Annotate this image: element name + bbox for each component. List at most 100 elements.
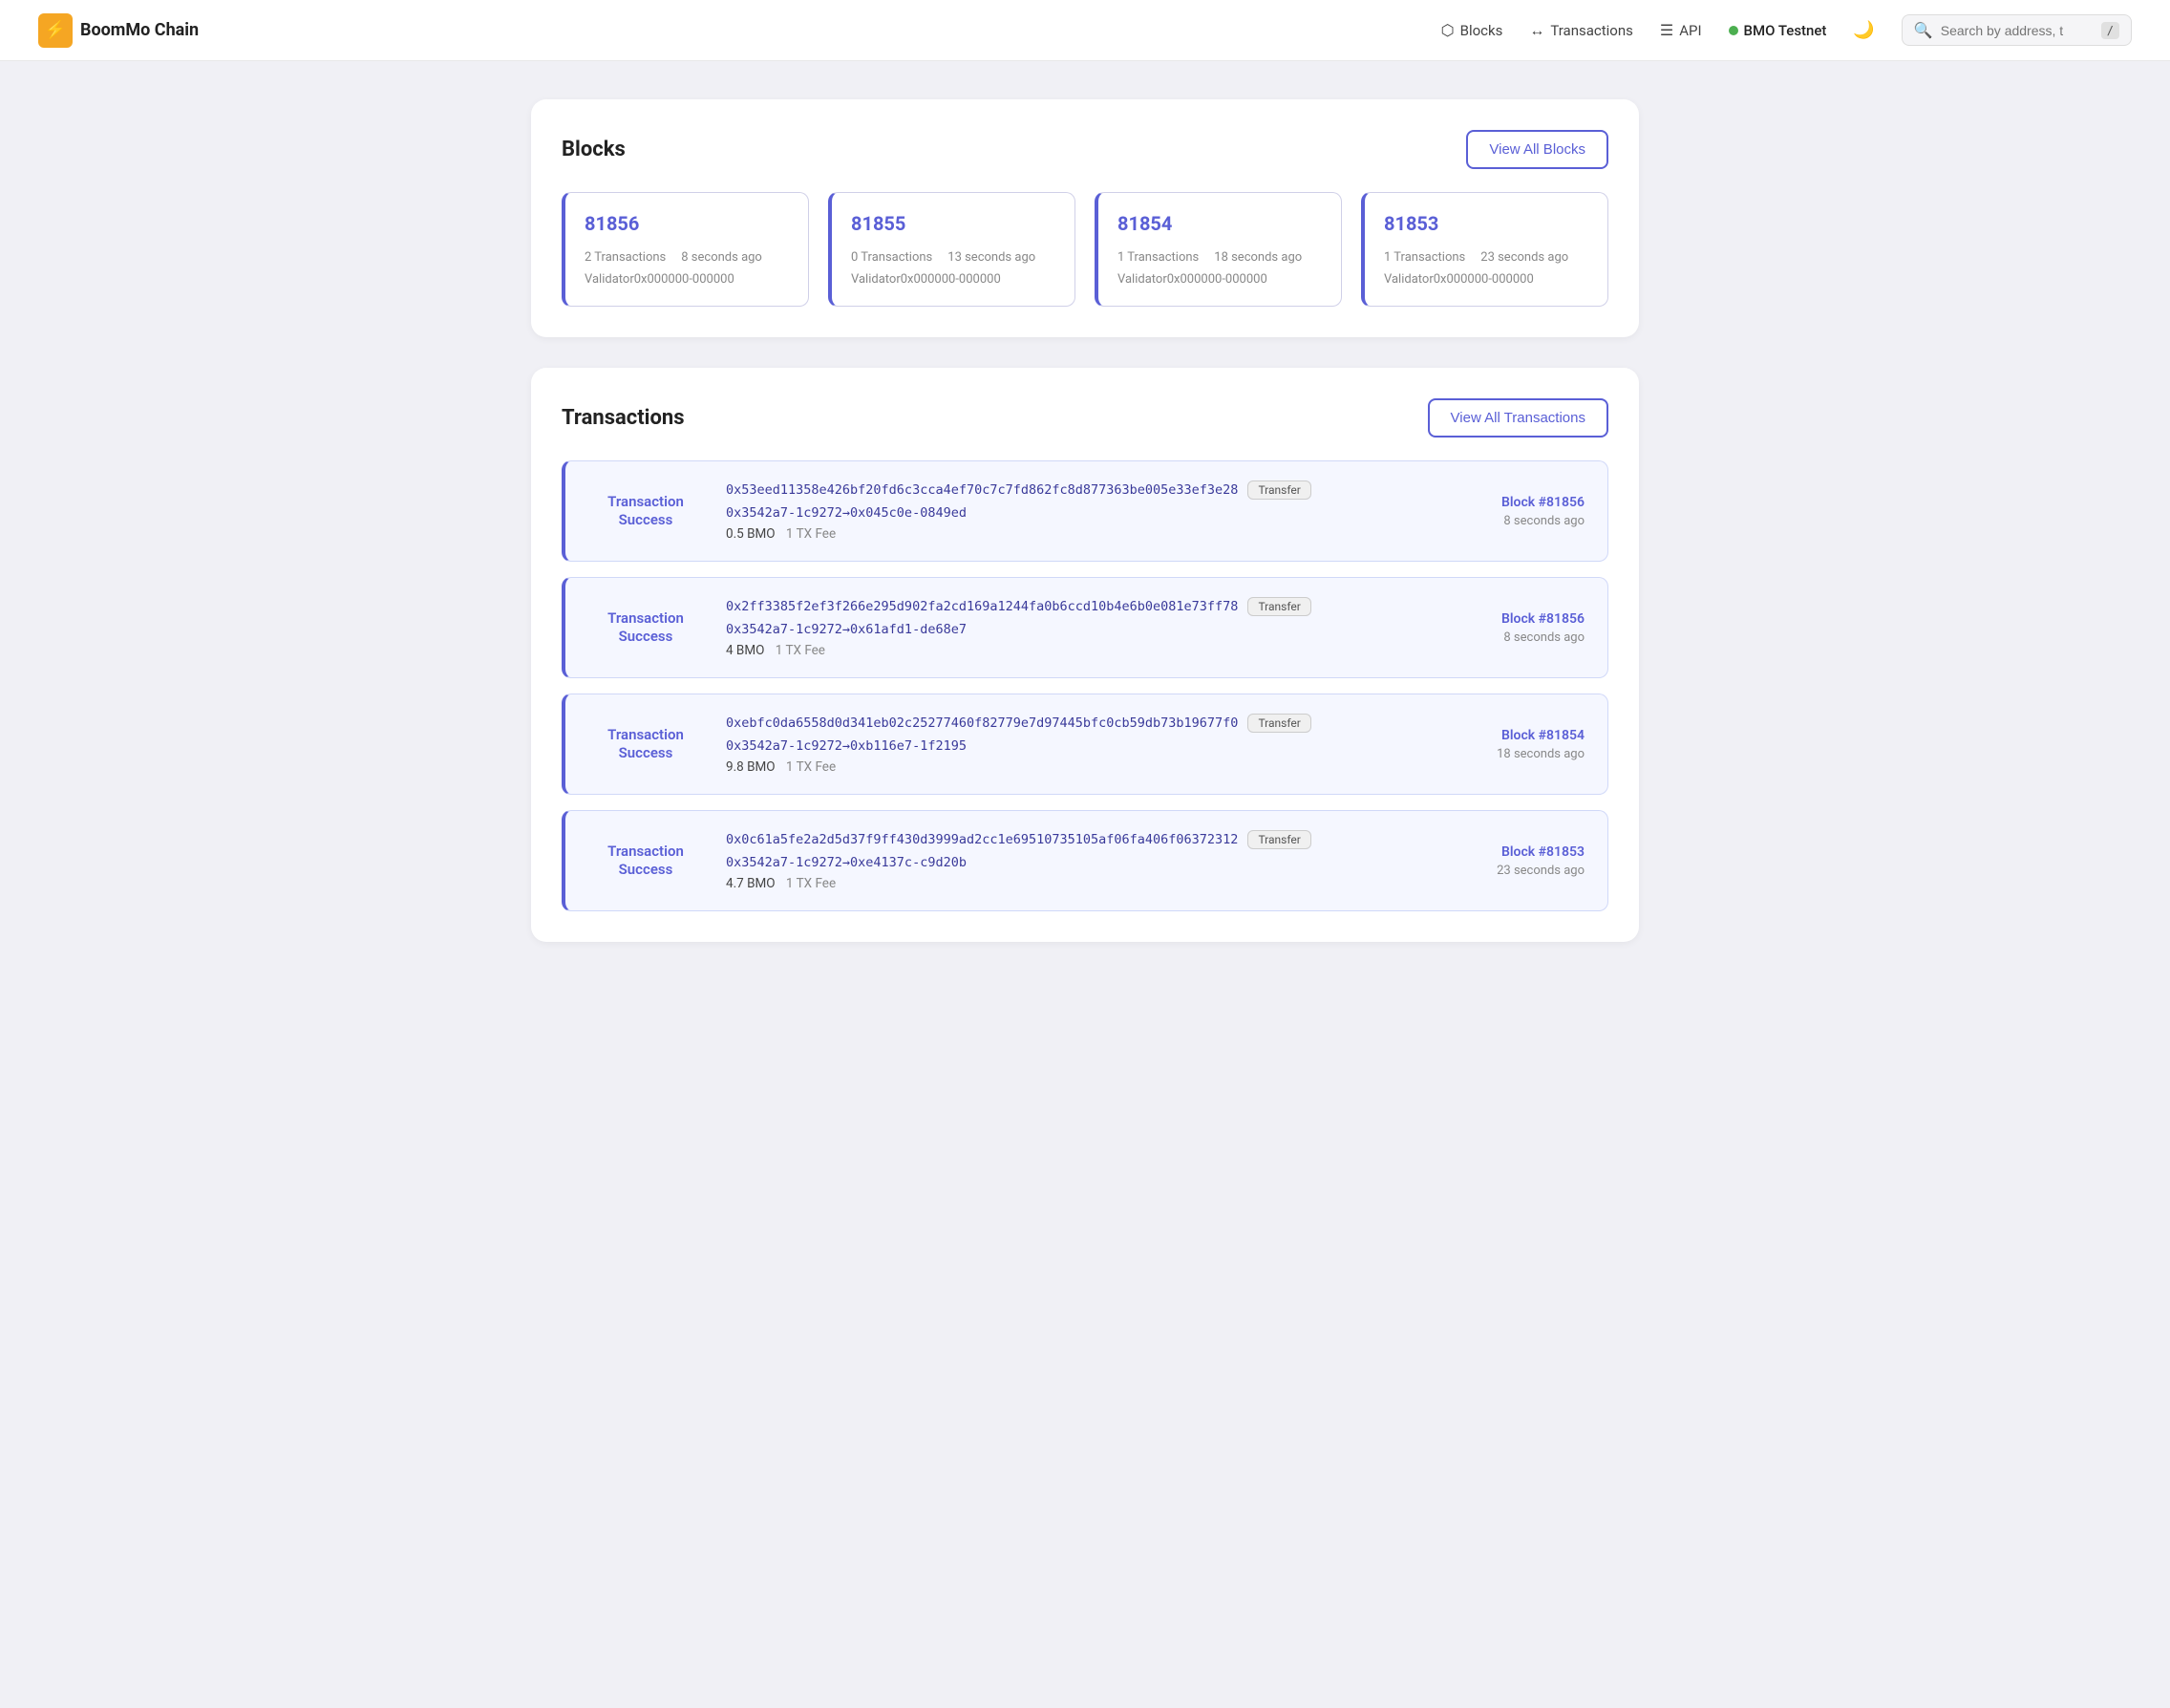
tx-type-badge: Transfer xyxy=(1247,597,1310,616)
network-dot xyxy=(1729,26,1738,35)
tx-type-badge: Transfer xyxy=(1247,830,1310,849)
search-input[interactable] xyxy=(1941,23,2094,38)
block-card[interactable]: 81853 1 Transactions 23 seconds ago Vali… xyxy=(1361,192,1608,307)
tx-block-info: Block #81853 23 seconds ago xyxy=(1460,844,1585,878)
block-meta: 1 Transactions 18 seconds ago xyxy=(1117,250,1322,265)
view-all-blocks-button[interactable]: View All Blocks xyxy=(1466,130,1608,169)
logo-icon: ⚡ xyxy=(38,13,73,48)
main-content: Blocks View All Blocks 81856 2 Transacti… xyxy=(512,99,1658,942)
tx-block-info: Block #81856 8 seconds ago xyxy=(1460,611,1585,645)
tx-hash[interactable]: 0x2ff3385f2ef3f266e295d902fa2cd169a1244f… xyxy=(726,599,1238,614)
transactions-header: Transactions View All Transactions xyxy=(562,398,1608,438)
block-tx-count: 1 Transactions xyxy=(1384,250,1465,265)
search-bar[interactable]: 🔍 / xyxy=(1902,14,2132,46)
tx-amount: 4.7 BMO 1 TX Fee xyxy=(726,876,1437,891)
tx-fee: 1 TX Fee xyxy=(776,643,825,658)
tx-amount: 9.8 BMO 1 TX Fee xyxy=(726,759,1437,775)
blocks-title: Blocks xyxy=(562,138,626,161)
tx-block-num[interactable]: Block #81854 xyxy=(1460,728,1585,743)
nav-label-blocks: Blocks xyxy=(1460,22,1503,39)
nav-label-api: API xyxy=(1679,22,1701,39)
nav-label-transactions: Transactions xyxy=(1550,22,1633,39)
block-time: 13 seconds ago xyxy=(947,250,1035,265)
tx-status-box: TransactionSuccess xyxy=(588,598,703,658)
transactions-section: Transactions View All Transactions Trans… xyxy=(531,368,1639,942)
tx-details: 0xebfc0da6558d0d341eb02c25277460f82779e7… xyxy=(726,714,1437,775)
block-tx-count: 2 Transactions xyxy=(585,250,666,265)
block-tx-count: 0 Transactions xyxy=(851,250,932,265)
tx-status-label: TransactionSuccess xyxy=(607,609,684,647)
block-meta: 2 Transactions 8 seconds ago xyxy=(585,250,789,265)
tx-block-num[interactable]: Block #81856 xyxy=(1460,611,1585,627)
block-validator: Validator0x000000-000000 xyxy=(585,272,789,287)
tx-addresses[interactable]: 0x3542a7-1c9272→0x61afd1-de68e7 xyxy=(726,622,1437,637)
tx-type-badge: Transfer xyxy=(1247,480,1310,500)
block-card[interactable]: 81855 0 Transactions 13 seconds ago Vali… xyxy=(828,192,1075,307)
view-all-transactions-button[interactable]: View All Transactions xyxy=(1428,398,1608,438)
tx-amount: 4 BMO 1 TX Fee xyxy=(726,643,1437,658)
api-icon: ☰ xyxy=(1660,21,1673,39)
logo[interactable]: ⚡ BoomMo Chain xyxy=(38,13,199,48)
tx-time: 8 seconds ago xyxy=(1460,514,1585,528)
tx-block-num[interactable]: Block #81853 xyxy=(1460,844,1585,860)
tx-hash[interactable]: 0x53eed11358e426bf20fd6c3cca4ef70c7c7fd8… xyxy=(726,482,1238,498)
block-meta: 1 Transactions 23 seconds ago xyxy=(1384,250,1588,265)
tx-addresses[interactable]: 0x3542a7-1c9272→0xb116e7-1f2195 xyxy=(726,738,1437,754)
tx-details: 0x53eed11358e426bf20fd6c3cca4ef70c7c7fd8… xyxy=(726,480,1437,542)
tx-time: 18 seconds ago xyxy=(1460,747,1585,761)
tx-status-label: TransactionSuccess xyxy=(607,843,684,880)
block-card[interactable]: 81856 2 Transactions 8 seconds ago Valid… xyxy=(562,192,809,307)
tx-details: 0x2ff3385f2ef3f266e295d902fa2cd169a1244f… xyxy=(726,597,1437,658)
tx-block-num[interactable]: Block #81856 xyxy=(1460,495,1585,510)
tx-status-label: TransactionSuccess xyxy=(607,493,684,530)
tx-details: 0x0c61a5fe2a2d5d37f9ff430d3999ad2cc1e695… xyxy=(726,830,1437,891)
tx-addresses[interactable]: 0x3542a7-1c9272→0xe4137c-c9d20b xyxy=(726,855,1437,870)
tx-time: 8 seconds ago xyxy=(1460,630,1585,645)
block-number: 81853 xyxy=(1384,212,1588,235)
search-shortcut: / xyxy=(2101,22,2119,39)
tx-hash-row: 0x53eed11358e426bf20fd6c3cca4ef70c7c7fd8… xyxy=(726,480,1437,500)
tx-status-label: TransactionSuccess xyxy=(607,726,684,763)
tx-hash[interactable]: 0x0c61a5fe2a2d5d37f9ff430d3999ad2cc1e695… xyxy=(726,832,1238,847)
search-icon: 🔍 xyxy=(1914,21,1933,39)
tx-hash[interactable]: 0xebfc0da6558d0d341eb02c25277460f82779e7… xyxy=(726,715,1238,731)
tx-fee: 1 TX Fee xyxy=(786,526,836,542)
theme-toggle[interactable]: 🌙 xyxy=(1853,20,1874,40)
blocks-icon: ⬡ xyxy=(1441,21,1455,39)
tx-fee: 1 TX Fee xyxy=(786,876,836,891)
nav-link-api[interactable]: ☰ API xyxy=(1660,21,1702,39)
transactions-title: Transactions xyxy=(562,406,685,430)
blocks-section: Blocks View All Blocks 81856 2 Transacti… xyxy=(531,99,1639,337)
block-number: 81854 xyxy=(1117,212,1322,235)
logo-text: BoomMo Chain xyxy=(80,20,199,40)
block-tx-count: 1 Transactions xyxy=(1117,250,1199,265)
tx-row[interactable]: TransactionSuccess 0x2ff3385f2ef3f266e29… xyxy=(562,577,1608,678)
tx-block-info: Block #81856 8 seconds ago xyxy=(1460,495,1585,528)
tx-row[interactable]: TransactionSuccess 0x0c61a5fe2a2d5d37f9f… xyxy=(562,810,1608,911)
tx-status-box: TransactionSuccess xyxy=(588,831,703,891)
blocks-grid: 81856 2 Transactions 8 seconds ago Valid… xyxy=(562,192,1608,307)
navbar: ⚡ BoomMo Chain ⬡ Blocks ↔ Transactions ☰… xyxy=(0,0,2170,61)
network-label: BMO Testnet xyxy=(1744,22,1827,39)
nav-links: ⬡ Blocks ↔ Transactions ☰ API BMO Testne… xyxy=(1441,14,2132,46)
tx-row[interactable]: TransactionSuccess 0x53eed11358e426bf20f… xyxy=(562,460,1608,562)
tx-fee: 1 TX Fee xyxy=(786,759,836,775)
tx-status-box: TransactionSuccess xyxy=(588,715,703,775)
block-card[interactable]: 81854 1 Transactions 18 seconds ago Vali… xyxy=(1095,192,1342,307)
tx-hash-row: 0x2ff3385f2ef3f266e295d902fa2cd169a1244f… xyxy=(726,597,1437,616)
network-badge: BMO Testnet xyxy=(1729,22,1827,39)
block-time: 8 seconds ago xyxy=(681,250,762,265)
nav-link-transactions[interactable]: ↔ Transactions xyxy=(1529,21,1633,40)
tx-type-badge: Transfer xyxy=(1247,714,1310,733)
block-meta: 0 Transactions 13 seconds ago xyxy=(851,250,1055,265)
tx-block-info: Block #81854 18 seconds ago xyxy=(1460,728,1585,761)
tx-row[interactable]: TransactionSuccess 0xebfc0da6558d0d341eb… xyxy=(562,694,1608,795)
block-validator: Validator0x000000-000000 xyxy=(1384,272,1588,287)
nav-link-blocks[interactable]: ⬡ Blocks xyxy=(1441,21,1503,39)
transactions-icon: ↔ xyxy=(1529,21,1544,40)
tx-addresses[interactable]: 0x3542a7-1c9272→0x045c0e-0849ed xyxy=(726,505,1437,521)
tx-status-box: TransactionSuccess xyxy=(588,481,703,542)
block-number: 81856 xyxy=(585,212,789,235)
block-validator: Validator0x000000-000000 xyxy=(1117,272,1322,287)
block-time: 23 seconds ago xyxy=(1480,250,1568,265)
